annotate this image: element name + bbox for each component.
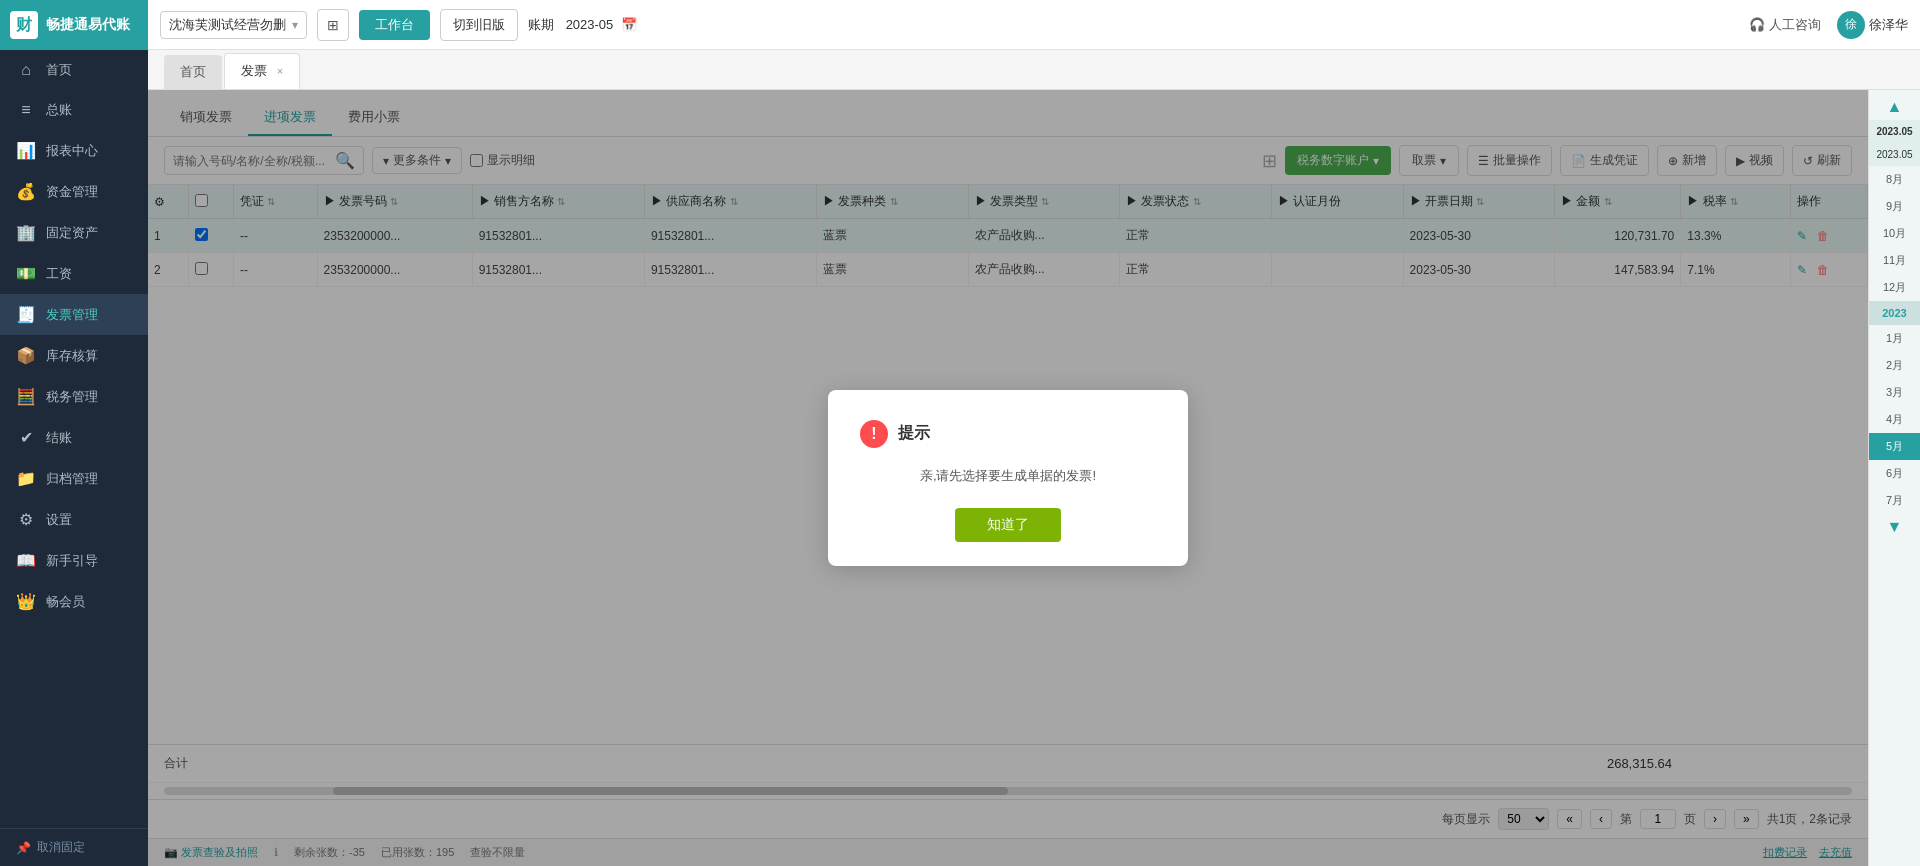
period-item-10m[interactable]: 10月 <box>1869 220 1920 247</box>
sidebar-item-label: 固定资产 <box>46 224 98 242</box>
sidebar-item-label: 畅会员 <box>46 593 85 611</box>
sidebar-item-label: 工资 <box>46 265 72 283</box>
topbar: 沈海芙测试经营勿删 ▾ ⊞ 工作台 切到旧版 账期 2023-05 📅 🎧 人工… <box>148 0 1920 50</box>
sidebar-item-label: 税务管理 <box>46 388 98 406</box>
sidebar-item-home[interactable]: ⌂ 首页 <box>0 50 148 90</box>
sidebar-item-label: 设置 <box>46 511 72 529</box>
settings-icon: ⚙ <box>16 510 36 529</box>
sidebar-item-label: 资金管理 <box>46 183 98 201</box>
main-area: 沈海芙测试经营勿删 ▾ ⊞ 工作台 切到旧版 账期 2023-05 📅 🎧 人工… <box>148 0 1920 866</box>
sidebar-item-label: 结账 <box>46 429 72 447</box>
period-item-8m[interactable]: 8月 <box>1869 166 1920 193</box>
assets-icon: 🏢 <box>16 223 36 242</box>
pin-label: 取消固定 <box>37 839 85 856</box>
sidebar-item-label: 新手引导 <box>46 552 98 570</box>
topbar-right: 🎧 人工咨询 徐 徐泽华 <box>1749 11 1908 39</box>
headset-icon: 🎧 <box>1749 17 1765 32</box>
tax-icon: 🧮 <box>16 387 36 406</box>
tab-invoice[interactable]: 发票 × <box>224 53 300 89</box>
company-selector[interactable]: 沈海芙测试经营勿删 ▾ <box>160 11 307 39</box>
tab-close-icon[interactable]: × <box>277 65 283 77</box>
period-item-year-2023[interactable]: 2023 <box>1869 301 1920 325</box>
sidebar-item-member[interactable]: 👑 畅会员 <box>0 581 148 622</box>
period-item-1m[interactable]: 1月 <box>1869 325 1920 352</box>
app-title: 畅捷通易代账 <box>46 16 130 34</box>
warning-icon: ! <box>860 420 888 448</box>
company-name: 沈海芙测试经营勿删 <box>169 16 286 34</box>
period-panel: ▲ 2023.05 2023.05 8月 9月 10月 11月 12月 2023… <box>1868 90 1920 866</box>
avatar: 徐 <box>1837 11 1865 39</box>
period-item-12m[interactable]: 12月 <box>1869 274 1920 301</box>
invoice-icon: 🧾 <box>16 305 36 324</box>
sidebar-pin-toggle[interactable]: 📌 取消固定 <box>0 828 148 866</box>
calendar-icon[interactable]: 📅 <box>621 17 637 32</box>
sidebar-item-label: 报表中心 <box>46 142 98 160</box>
sidebar-item-reports[interactable]: 📊 报表中心 <box>0 130 148 171</box>
period-item-0[interactable]: 2023.05 <box>1869 120 1920 143</box>
chevron-down-icon: ▾ <box>292 18 298 32</box>
sidebar-item-tax[interactable]: 🧮 税务管理 <box>0 376 148 417</box>
sidebar-item-inventory[interactable]: 📦 库存核算 <box>0 335 148 376</box>
modal-message: 亲,请先选择要生成单据的发票! <box>920 466 1096 487</box>
tabbar: 首页 发票 × <box>148 50 1920 90</box>
period-item-2m[interactable]: 2月 <box>1869 352 1920 379</box>
period-item-5m-current[interactable]: 5月 <box>1869 433 1920 460</box>
sidebar-item-label: 归档管理 <box>46 470 98 488</box>
archive-icon: 📁 <box>16 469 36 488</box>
sidebar-item-guide[interactable]: 📖 新手引导 <box>0 540 148 581</box>
user-menu[interactable]: 徐 徐泽华 <box>1837 11 1908 39</box>
logo-icon: 财 <box>10 11 38 39</box>
salary-icon: 💵 <box>16 264 36 283</box>
closing-icon: ✔ <box>16 428 36 447</box>
content-area: 销项发票 进项发票 费用小票 🔍 ▾ 更多条件 ▾ <box>148 90 1920 866</box>
sidebar-item-label: 发票管理 <box>46 306 98 324</box>
sidebar-item-closing[interactable]: ✔ 结账 <box>0 417 148 458</box>
reports-icon: 📊 <box>16 141 36 160</box>
period-up-button[interactable]: ▲ <box>1869 94 1920 120</box>
capital-icon: 💰 <box>16 182 36 201</box>
sidebar-item-capital[interactable]: 💰 资金管理 <box>0 171 148 212</box>
workspace-button[interactable]: 工作台 <box>359 10 430 40</box>
modal-title-row: ! 提示 <box>860 420 1156 448</box>
modal-dialog: ! 提示 亲,请先选择要生成单据的发票! 知道了 <box>828 390 1188 567</box>
modal-ok-button[interactable]: 知道了 <box>955 508 1061 542</box>
home-icon: ⌂ <box>16 61 36 79</box>
modal-title: 提示 <box>898 423 930 444</box>
period-label: 账期 2023-05 📅 <box>528 16 637 34</box>
period-down-button[interactable]: ▼ <box>1869 514 1920 540</box>
sidebar-item-ledger[interactable]: ≡ 总账 <box>0 90 148 130</box>
sidebar: 财 畅捷通易代账 ⌂ 首页 ≡ 总账 📊 报表中心 💰 资金管理 🏢 固定资产 … <box>0 0 148 866</box>
period-item-1[interactable]: 2023.05 <box>1869 143 1920 166</box>
sidebar-item-archive[interactable]: 📁 归档管理 <box>0 458 148 499</box>
ledger-icon: ≡ <box>16 101 36 119</box>
period-item-3m[interactable]: 3月 <box>1869 379 1920 406</box>
pin-icon: 📌 <box>16 841 31 855</box>
period-item-4m[interactable]: 4月 <box>1869 406 1920 433</box>
inventory-icon: 📦 <box>16 346 36 365</box>
help-button[interactable]: 🎧 人工咨询 <box>1749 16 1821 34</box>
period-item-6m[interactable]: 6月 <box>1869 460 1920 487</box>
switch-version-button[interactable]: 切到旧版 <box>440 9 518 41</box>
guide-icon: 📖 <box>16 551 36 570</box>
period-item-9m[interactable]: 9月 <box>1869 193 1920 220</box>
sidebar-item-assets[interactable]: 🏢 固定资产 <box>0 212 148 253</box>
sidebar-item-label: 总账 <box>46 101 72 119</box>
sidebar-item-salary[interactable]: 💵 工资 <box>0 253 148 294</box>
company-settings-icon[interactable]: ⊞ <box>317 9 349 41</box>
invoice-main: 销项发票 进项发票 费用小票 🔍 ▾ 更多条件 ▾ <box>148 90 1868 866</box>
member-icon: 👑 <box>16 592 36 611</box>
sidebar-logo: 财 畅捷通易代账 <box>0 0 148 50</box>
modal-overlay: ! 提示 亲,请先选择要生成单据的发票! 知道了 <box>148 90 1868 866</box>
sidebar-item-invoice[interactable]: 🧾 发票管理 <box>0 294 148 335</box>
period-item-7m[interactable]: 7月 <box>1869 487 1920 514</box>
sidebar-item-label: 库存核算 <box>46 347 98 365</box>
tab-home[interactable]: 首页 <box>164 55 222 89</box>
sidebar-item-label: 首页 <box>46 61 72 79</box>
period-item-11m[interactable]: 11月 <box>1869 247 1920 274</box>
sidebar-item-settings[interactable]: ⚙ 设置 <box>0 499 148 540</box>
